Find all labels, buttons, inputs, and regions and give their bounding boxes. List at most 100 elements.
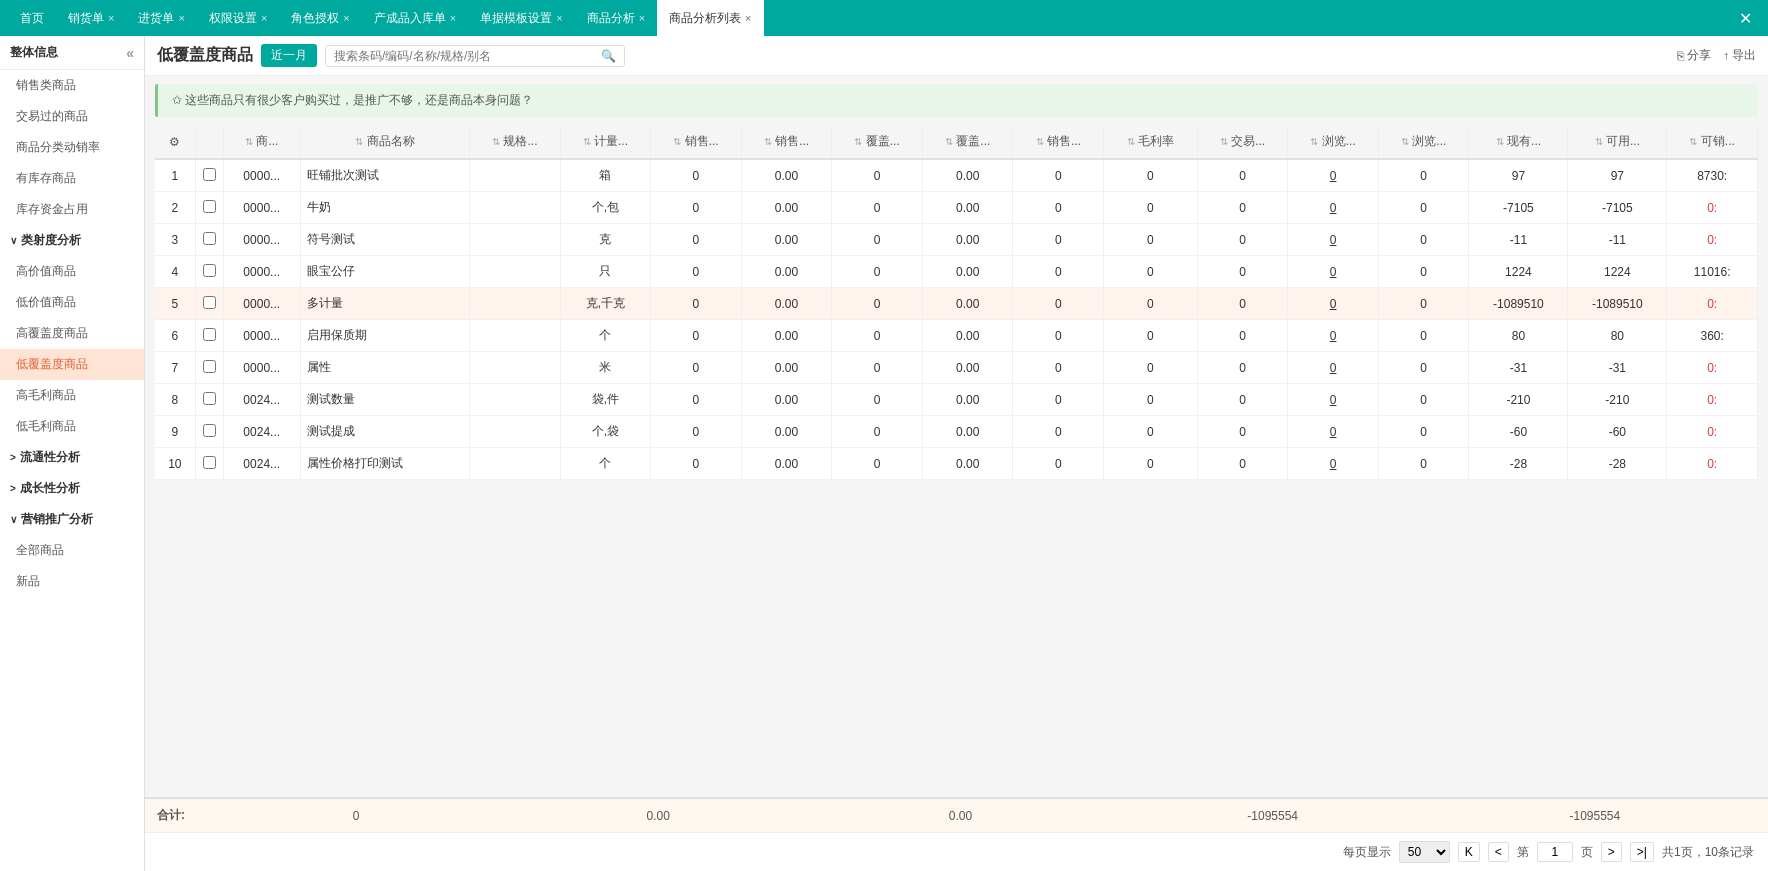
row-browse1[interactable]: 0	[1288, 320, 1379, 352]
nav-item-permissions[interactable]: 权限设置 ×	[197, 0, 279, 36]
col-sales-amt[interactable]: ⇅ 销售...	[741, 125, 832, 159]
row-name[interactable]: 符号测试	[300, 224, 469, 256]
row-name[interactable]: 眼宝公仔	[300, 256, 469, 288]
row-checkbox[interactable]	[195, 352, 223, 384]
sidebar-item-low-coverage[interactable]: 低覆盖度商品	[0, 349, 144, 380]
row-checkbox[interactable]	[195, 320, 223, 352]
nav-item-purchase[interactable]: 进货单 ×	[126, 0, 196, 36]
row-sales-amt: 0.00	[741, 288, 832, 320]
row-sales-qty: 0	[651, 352, 742, 384]
nav-close-template[interactable]: ×	[556, 12, 562, 24]
row-browse2: 0	[1378, 384, 1469, 416]
row-browse1[interactable]: 0	[1288, 416, 1379, 448]
row-browse1[interactable]: 0	[1288, 288, 1379, 320]
row-browse1[interactable]: 0	[1288, 448, 1379, 480]
search-input[interactable]	[334, 49, 601, 63]
row-browse1[interactable]: 0	[1288, 224, 1379, 256]
row-checkbox[interactable]	[195, 159, 223, 192]
col-saleable[interactable]: ⇅ 可销...	[1667, 125, 1758, 159]
row-checkbox[interactable]	[195, 448, 223, 480]
row-name[interactable]: 属性	[300, 352, 469, 384]
col-settings[interactable]: ⚙	[155, 125, 195, 159]
row-checkbox[interactable]	[195, 416, 223, 448]
nav-close-products-in[interactable]: ×	[450, 12, 456, 24]
row-browse1[interactable]: 0	[1288, 159, 1379, 192]
row-checkbox[interactable]	[195, 288, 223, 320]
share-button[interactable]: ⎘ 分享	[1677, 47, 1711, 64]
row-cover2: 0.00	[922, 256, 1013, 288]
sidebar-item-low-value[interactable]: 低价值商品	[0, 287, 144, 318]
nav-close-purchase[interactable]: ×	[178, 12, 184, 24]
sidebar-item-sales-goods[interactable]: 销售类商品	[0, 70, 144, 101]
row-browse1[interactable]: 0	[1288, 384, 1379, 416]
prev-page-btn[interactable]: <	[1488, 842, 1509, 862]
sidebar-item-low-profit[interactable]: 低毛利商品	[0, 411, 144, 442]
col-spec[interactable]: ⇅ 规格...	[470, 125, 561, 159]
sidebar-collapse-btn[interactable]: «	[126, 45, 134, 61]
sidebar-item-high-value[interactable]: 高价值商品	[0, 256, 144, 287]
sidebar-group-coverage[interactable]: ∨ 类射度分析	[0, 225, 144, 256]
col-cover2[interactable]: ⇅ 覆盖...	[922, 125, 1013, 159]
time-filter-button[interactable]: 近一月	[261, 44, 317, 67]
sidebar-item-high-coverage[interactable]: 高覆盖度商品	[0, 318, 144, 349]
row-name[interactable]: 多计量	[300, 288, 469, 320]
nav-item-roles[interactable]: 角色授权 ×	[279, 0, 361, 36]
col-name[interactable]: ⇅ 商品名称	[300, 125, 469, 159]
row-name[interactable]: 测试提成	[300, 416, 469, 448]
sidebar-group-growth[interactable]: > 成长性分析	[0, 473, 144, 504]
row-checkbox[interactable]	[195, 384, 223, 416]
nav-close-all[interactable]: ✕	[1731, 9, 1760, 28]
row-sales-amt: 0.00	[741, 416, 832, 448]
col-gross[interactable]: ⇅ 毛利率	[1104, 125, 1198, 159]
sidebar-item-stock-goods[interactable]: 有库存商品	[0, 163, 144, 194]
nav-item-products-in[interactable]: 产成品入库单 ×	[362, 0, 468, 36]
col-current[interactable]: ⇅ 现有...	[1469, 125, 1568, 159]
next-page-btn[interactable]: >	[1601, 842, 1622, 862]
row-browse1[interactable]: 0	[1288, 352, 1379, 384]
col-cover1[interactable]: ⇅ 覆盖...	[832, 125, 923, 159]
last-page-btn[interactable]: >|	[1630, 842, 1654, 862]
row-name[interactable]: 启用保质期	[300, 320, 469, 352]
row-checkbox[interactable]	[195, 224, 223, 256]
nav-close-analysis-list[interactable]: ×	[745, 12, 751, 24]
sidebar-group-marketing[interactable]: ∨ 营销推广分析	[0, 504, 144, 535]
nav-item-analysis-list[interactable]: 商品分析列表 ×	[657, 0, 763, 36]
sidebar-item-traded-goods[interactable]: 交易过的商品	[0, 101, 144, 132]
nav-close-permissions[interactable]: ×	[261, 12, 267, 24]
col-browse1[interactable]: ⇅ 浏览...	[1288, 125, 1379, 159]
col-unit[interactable]: ⇅ 计量...	[560, 125, 651, 159]
export-button[interactable]: ↑ 导出	[1723, 47, 1756, 64]
nav-item-sales[interactable]: 销货单 ×	[56, 0, 126, 36]
row-name[interactable]: 旺铺批次测试	[300, 159, 469, 192]
search-box[interactable]: 🔍	[325, 45, 625, 67]
sidebar-item-high-profit[interactable]: 高毛利商品	[0, 380, 144, 411]
sidebar-item-category-rate[interactable]: 商品分类动销率	[0, 132, 144, 163]
nav-item-home[interactable]: 首页	[8, 0, 56, 36]
col-available[interactable]: ⇅ 可用...	[1568, 125, 1667, 159]
nav-close-roles[interactable]: ×	[343, 12, 349, 24]
row-checkbox[interactable]	[195, 256, 223, 288]
first-page-btn[interactable]: K	[1458, 842, 1480, 862]
nav-close-sales[interactable]: ×	[108, 12, 114, 24]
sidebar-item-stock-capital[interactable]: 库存资金占用	[0, 194, 144, 225]
current-page-input[interactable]	[1537, 842, 1573, 862]
sidebar-item-all-goods[interactable]: 全部商品	[0, 535, 144, 566]
nav-item-template[interactable]: 单据模板设置 ×	[468, 0, 574, 36]
col-sales3[interactable]: ⇅ 销售...	[1013, 125, 1104, 159]
row-name[interactable]: 属性价格打印测试	[300, 448, 469, 480]
col-sales-qty[interactable]: ⇅ 销售...	[651, 125, 742, 159]
nav-item-product-analysis[interactable]: 商品分析 ×	[575, 0, 657, 36]
row-browse1[interactable]: 0	[1288, 256, 1379, 288]
page-size-select[interactable]: 50 10 20 100	[1399, 841, 1450, 863]
sidebar-group-liquidity[interactable]: > 流通性分析	[0, 442, 144, 473]
sidebar-item-new-goods[interactable]: 新品	[0, 566, 144, 597]
row-browse1[interactable]: 0	[1288, 192, 1379, 224]
nav-close-product-analysis[interactable]: ×	[639, 12, 645, 24]
row-available: -28	[1568, 448, 1667, 480]
col-trade[interactable]: ⇅ 交易...	[1197, 125, 1288, 159]
col-browse2[interactable]: ⇅ 浏览...	[1378, 125, 1469, 159]
row-name[interactable]: 牛奶	[300, 192, 469, 224]
row-name[interactable]: 测试数量	[300, 384, 469, 416]
row-checkbox[interactable]	[195, 192, 223, 224]
col-code[interactable]: ⇅ 商...	[223, 125, 300, 159]
